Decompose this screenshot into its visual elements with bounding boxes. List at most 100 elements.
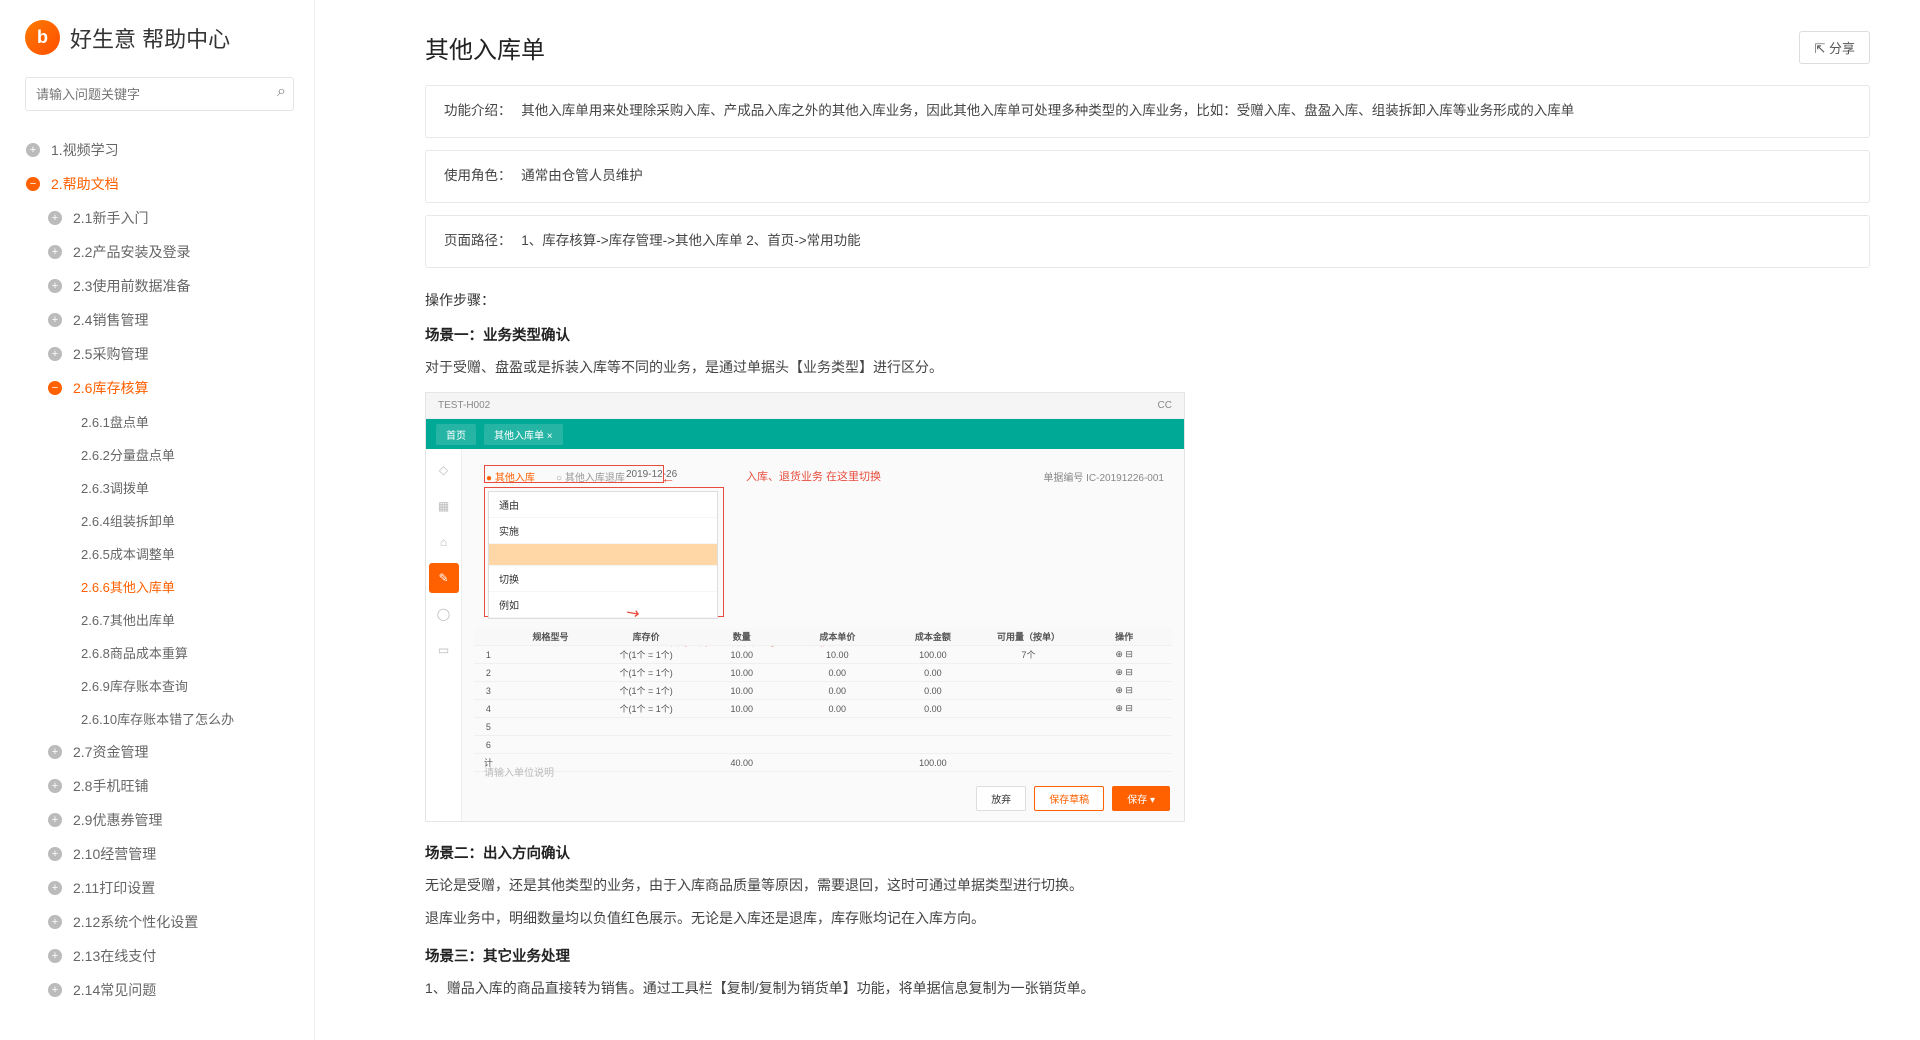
intro-box: 功能介绍： 其他入库单用来处理除采购入库、产成品入库之外的其他入库业务，因此其他… bbox=[425, 85, 1870, 138]
nav-item-2-6-7[interactable]: 2.6.7其他出库单 bbox=[25, 603, 294, 636]
title-row: 其他入库单 ⇱ 分享 bbox=[425, 30, 1870, 65]
nav-label: 2.帮助文档 bbox=[51, 174, 119, 194]
shot-dropdown: 通由 实施 切换 例如 bbox=[488, 491, 718, 619]
shot-annotation-box-1 bbox=[484, 465, 664, 483]
table-header: 规格型号库存价数量成本单价成本金额可用量（按单）操作 bbox=[474, 628, 1172, 646]
nav-item-2-6-2[interactable]: 2.6.2分量盘点单 bbox=[25, 438, 294, 471]
scene1-text: 对于受赠、盘盈或是拆装入库等不同的业务，是通过单据头【业务类型】进行区分。 bbox=[425, 355, 1870, 380]
nav-item-2-4[interactable]: +2.4销售管理 bbox=[25, 303, 294, 337]
nav-label: 2.9优惠券管理 bbox=[73, 810, 162, 830]
nav-label: 2.6.7其他出库单 bbox=[81, 610, 175, 629]
shot-header: TEST-H002 CC bbox=[426, 393, 1184, 419]
nav-item-2-6[interactable]: −2.6库存核算 bbox=[25, 371, 294, 405]
shot-btn-draft: 保存草稿 bbox=[1034, 786, 1104, 811]
nav-item-2-6-5[interactable]: 2.6.5成本调整单 bbox=[25, 537, 294, 570]
shot-btn-save: 保存 ▾ bbox=[1112, 786, 1170, 811]
path-box: 页面路径： 1、库存核算->库存管理->其他入库单 2、首页->常用功能 bbox=[425, 215, 1870, 268]
embedded-screenshot-1: TEST-H002 CC 首页 其他入库单 × ◇ ▦ ⌂ ✎ ◯ ▭ ● 其他… bbox=[425, 392, 1185, 822]
share-button[interactable]: ⇱ 分享 bbox=[1799, 31, 1870, 64]
nav-item-2-6-4[interactable]: 2.6.4组装拆卸单 bbox=[25, 504, 294, 537]
search-input[interactable] bbox=[25, 77, 294, 111]
shot-footer: 放弃 保存草稿 保存 ▾ bbox=[976, 786, 1170, 811]
nav-item-2-6-10[interactable]: 2.6.10库存账本错了怎么办 bbox=[25, 702, 294, 735]
nav-label: 2.5采购管理 bbox=[73, 344, 148, 364]
nav-item-2-6-3[interactable]: 2.6.3调拨单 bbox=[25, 471, 294, 504]
nav-item-2-7[interactable]: +2.7资金管理 bbox=[25, 735, 294, 769]
shot-memo: 请输入单位说明 bbox=[484, 764, 554, 779]
rail-icon: ◇ bbox=[429, 455, 459, 485]
nav-item-video[interactable]: + 1.视频学习 bbox=[25, 133, 294, 167]
nav-label: 2.4销售管理 bbox=[73, 310, 148, 330]
plus-icon: + bbox=[47, 914, 63, 930]
nav-item-2-2[interactable]: +2.2产品安装及登录 bbox=[25, 235, 294, 269]
plus-icon: + bbox=[47, 812, 63, 828]
shot-left-rail: ◇ ▦ ⌂ ✎ ◯ ▭ bbox=[426, 449, 462, 821]
plus-icon: + bbox=[25, 142, 41, 158]
nav-label: 2.6.2分量盘点单 bbox=[81, 445, 175, 464]
nav-label: 2.6.8商品成本重算 bbox=[81, 643, 188, 662]
search-button[interactable]: ⌕ bbox=[277, 83, 286, 101]
brand-title: 好生意 帮助中心 bbox=[70, 22, 230, 54]
rail-icon: ▭ bbox=[429, 635, 459, 665]
nav-item-2-11[interactable]: +2.11打印设置 bbox=[25, 871, 294, 905]
plus-icon: + bbox=[47, 312, 63, 328]
nav-item-2-13[interactable]: +2.13在线支付 bbox=[25, 939, 294, 973]
nav-label: 2.7资金管理 bbox=[73, 742, 148, 762]
scene2-text-1: 无论是受赠，还是其他类型的业务，由于入库商品质量等原因，需要退回，这时可通过单据… bbox=[425, 873, 1870, 898]
dd-item: 通由 bbox=[489, 492, 717, 518]
plus-icon: + bbox=[47, 846, 63, 862]
share-label: 分享 bbox=[1829, 41, 1855, 56]
nav-label: 2.3使用前数据准备 bbox=[73, 276, 190, 296]
scene3-text: 1、赠品入库的商品直接转为销售。通过工具栏【复制/复制为销货单】功能，将单据信息… bbox=[425, 976, 1870, 1001]
plus-icon: + bbox=[47, 278, 63, 294]
shot-docno: 单据编号 IC-20191226-001 bbox=[1043, 469, 1164, 484]
nav-label: 1.视频学习 bbox=[51, 140, 119, 160]
dd-item: 切换 bbox=[489, 566, 717, 592]
nav-item-2-5[interactable]: +2.5采购管理 bbox=[25, 337, 294, 371]
nav-item-help-docs[interactable]: − 2.帮助文档 bbox=[25, 167, 294, 201]
nav-label: 2.11打印设置 bbox=[73, 878, 155, 898]
brand: b 好生意 帮助中心 bbox=[25, 20, 294, 55]
nav-item-2-6-8[interactable]: 2.6.8商品成本重算 bbox=[25, 636, 294, 669]
nav-item-2-9[interactable]: +2.9优惠券管理 bbox=[25, 803, 294, 837]
rail-icon: ◯ bbox=[429, 599, 459, 629]
nav-item-2-14[interactable]: +2.14常见问题 bbox=[25, 973, 294, 1007]
plus-icon: + bbox=[47, 346, 63, 362]
nav-label: 2.2产品安装及登录 bbox=[73, 242, 190, 262]
nav-label: 2.10经营管理 bbox=[73, 844, 156, 864]
nav-item-2-6-9[interactable]: 2.6.9库存账本查询 bbox=[25, 669, 294, 702]
nav-item-2-6-1[interactable]: 2.6.1盘点单 bbox=[25, 405, 294, 438]
intro-label: 功能介绍： bbox=[444, 103, 512, 118]
search-box: ⌕ bbox=[25, 77, 294, 111]
nav-label: 2.6.4组装拆卸单 bbox=[81, 511, 175, 530]
minus-icon: − bbox=[47, 380, 63, 396]
table-row: 4个(1个 = 1个)10.000.000.00⊕ ⊟ bbox=[474, 700, 1172, 718]
path-label: 页面路径： bbox=[444, 233, 512, 248]
scene2-title: 场景二：出入方向确认 bbox=[425, 842, 1870, 863]
rail-icon: ⌂ bbox=[429, 527, 459, 557]
nav-label: 2.12系统个性化设置 bbox=[73, 912, 198, 932]
intro-text: 其他入库单用来处理除采购入库、产成品入库之外的其他入库业务，因此其他入库单可处理… bbox=[521, 103, 1574, 118]
nav-label: 2.6.3调拨单 bbox=[81, 478, 149, 497]
plus-icon: + bbox=[47, 244, 63, 260]
main-content: 其他入库单 ⇱ 分享 功能介绍： 其他入库单用来处理除采购入库、产成品入库之外的… bbox=[315, 0, 1920, 1040]
shot-tab-home: 首页 bbox=[436, 424, 476, 445]
shot-tab-current: 其他入库单 × bbox=[484, 424, 563, 445]
nav-item-2-10[interactable]: +2.10经营管理 bbox=[25, 837, 294, 871]
nav-label: 2.1新手入门 bbox=[73, 208, 148, 228]
minus-icon: − bbox=[25, 176, 41, 192]
page-title: 其他入库单 bbox=[425, 30, 545, 65]
plus-icon: + bbox=[47, 948, 63, 964]
nav-item-2-8[interactable]: +2.8手机旺铺 bbox=[25, 769, 294, 803]
nav-item-2-3[interactable]: +2.3使用前数据准备 bbox=[25, 269, 294, 303]
steps-label: 操作步骤： bbox=[425, 290, 1870, 310]
shot-annotation-1: 入库、退货业务 在这里切换 bbox=[746, 468, 881, 484]
search-icon: ⌕ bbox=[277, 83, 286, 100]
nav-item-2-6-6[interactable]: 2.6.6其他入库单 bbox=[25, 570, 294, 603]
arrow-icon: ← bbox=[661, 470, 675, 486]
nav-label: 2.6.6其他入库单 bbox=[81, 577, 175, 596]
nav-item-2-1[interactable]: +2.1新手入门 bbox=[25, 201, 294, 235]
nav-item-2-12[interactable]: +2.12系统个性化设置 bbox=[25, 905, 294, 939]
plus-icon: + bbox=[47, 210, 63, 226]
scene2-text-2: 退库业务中，明细数量均以负值红色展示。无论是入库还是退库，库存账均记在入库方向。 bbox=[425, 906, 1870, 931]
